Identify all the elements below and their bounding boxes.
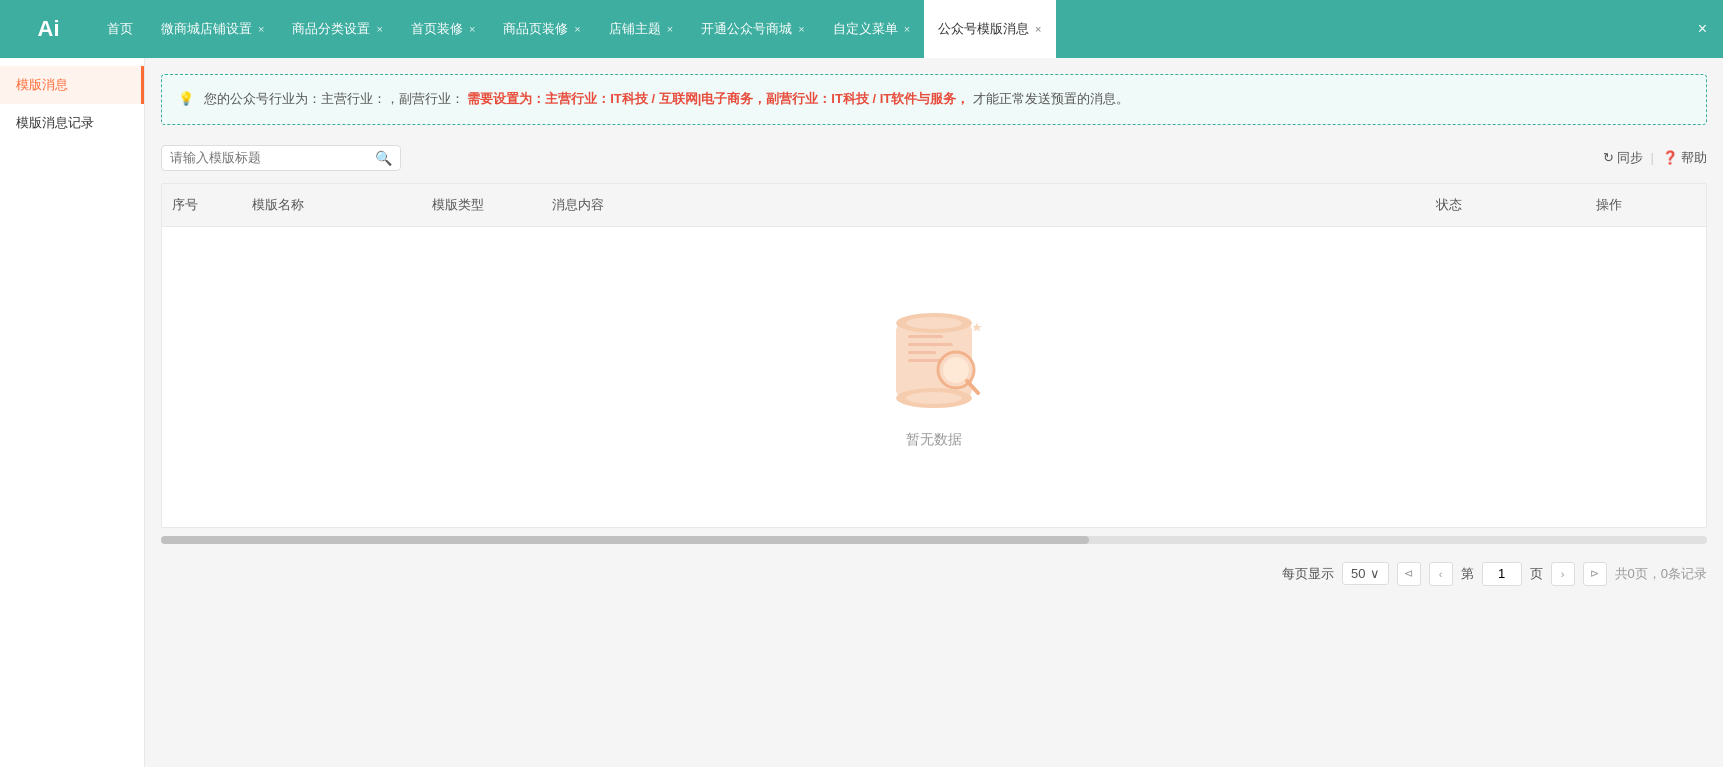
svg-rect-8 xyxy=(908,351,936,354)
tab-custommenu[interactable]: 自定义菜单 × xyxy=(819,0,924,58)
tab-templatemsg-label: 公众号模版消息 xyxy=(938,20,1029,38)
sidebar-item-template-log[interactable]: 模版消息记录 xyxy=(0,104,144,142)
total-records-text: 共0页，0条记录 xyxy=(1615,565,1707,583)
main-layout: 模版消息 模版消息记录 💡 您的公众号行业为：主营行业：，副营行业： 需要设置为… xyxy=(0,58,1723,767)
help-label: 帮助 xyxy=(1681,149,1707,167)
page-prefix: 第 xyxy=(1461,565,1474,583)
first-page-button[interactable]: ⊲ xyxy=(1397,562,1421,586)
notice-prefix: 您的公众号行业为：主营行业：，副营行业： xyxy=(204,91,464,106)
page-number-input[interactable] xyxy=(1482,562,1522,586)
empty-illustration xyxy=(874,305,994,415)
tab-home-label: 首页 xyxy=(107,20,133,38)
tab-weshop-close[interactable]: × xyxy=(258,23,264,35)
tab-category-close[interactable]: × xyxy=(376,23,382,35)
notice-icon: 💡 xyxy=(178,91,194,106)
notice-highlight: 需要设置为：主营行业：IT科技 / 互联网|电子商务，副营行业：IT科技 / I… xyxy=(467,91,969,106)
search-input[interactable] xyxy=(170,150,375,165)
col-index: 序号 xyxy=(162,184,242,226)
tab-theme-label: 店铺主题 xyxy=(609,20,661,38)
toolbar-right: ↻ 同步 | ❓ 帮助 xyxy=(1603,149,1707,167)
tab-templatemsg[interactable]: 公众号模版消息 × xyxy=(924,0,1055,58)
page-size-value: 50 xyxy=(1351,566,1365,581)
tab-wechatshop[interactable]: 开通公众号商城 × xyxy=(687,0,818,58)
next-page-button[interactable]: › xyxy=(1551,562,1575,586)
tab-wechatshop-label: 开通公众号商城 xyxy=(701,20,792,38)
tab-productpage[interactable]: 商品页装修 × xyxy=(489,0,594,58)
sync-label: 同步 xyxy=(1617,149,1643,167)
col-name: 模版名称 xyxy=(242,184,422,226)
tab-home[interactable]: 首页 xyxy=(93,0,147,58)
last-page-button[interactable]: ⊳ xyxy=(1583,562,1607,586)
chevron-down-icon: ∨ xyxy=(1370,566,1380,581)
col-action: 操作 xyxy=(1586,184,1706,226)
tab-category[interactable]: 商品分类设置 × xyxy=(278,0,396,58)
page-size-select[interactable]: 50 ∨ xyxy=(1342,562,1388,585)
tab-templatemsg-close[interactable]: × xyxy=(1035,23,1041,35)
pagination-row: 每页显示 50 ∨ ⊲ ‹ 第 页 › ⊳ 共0页，0条记录 xyxy=(161,552,1707,596)
top-nav: Ai 首页 微商城店铺设置 × 商品分类设置 × 首页装修 × 商品页装修 × … xyxy=(0,0,1723,58)
tab-homepage-close[interactable]: × xyxy=(469,23,475,35)
svg-point-11 xyxy=(943,357,969,383)
svg-rect-6 xyxy=(908,335,943,338)
tab-weshop-label: 微商城店铺设置 xyxy=(161,20,252,38)
brand-logo-text: Ai xyxy=(38,16,60,42)
tab-theme-close[interactable]: × xyxy=(667,23,673,35)
empty-text: 暂无数据 xyxy=(906,431,962,449)
close-all-icon: × xyxy=(1698,20,1707,37)
tab-theme[interactable]: 店铺主题 × xyxy=(595,0,687,58)
table-header: 序号 模版名称 模版类型 消息内容 状态 操作 xyxy=(162,184,1706,227)
sidebar-item-template-label: 模版消息 xyxy=(16,77,68,92)
col-status: 状态 xyxy=(1426,184,1586,226)
tab-wechatshop-close[interactable]: × xyxy=(798,23,804,35)
search-icon[interactable]: 🔍 xyxy=(375,150,392,166)
brand-logo: Ai xyxy=(4,0,93,58)
notice-box: 💡 您的公众号行业为：主营行业：，副营行业： 需要设置为：主营行业：IT科技 /… xyxy=(161,74,1707,125)
sidebar-item-template[interactable]: 模版消息 xyxy=(0,66,144,104)
notice-suffix: 才能正常发送预置的消息。 xyxy=(973,91,1129,106)
sync-icon: ↻ xyxy=(1603,150,1614,165)
tab-homepage[interactable]: 首页装修 × xyxy=(397,0,489,58)
content-area: 💡 您的公众号行业为：主营行业：，副营行业： 需要设置为：主营行业：IT科技 /… xyxy=(145,58,1723,767)
sidebar-item-template-log-label: 模版消息记录 xyxy=(16,115,94,130)
horizontal-scrollbar[interactable] xyxy=(161,536,1707,544)
tab-category-label: 商品分类设置 xyxy=(292,20,370,38)
sync-button[interactable]: ↻ 同步 xyxy=(1603,149,1643,167)
table-body: 暂无数据 xyxy=(162,227,1706,527)
data-table: 序号 模版名称 模版类型 消息内容 状态 操作 xyxy=(161,183,1707,528)
toolbar-divider: | xyxy=(1651,150,1654,165)
help-circle-icon: ❓ xyxy=(1662,150,1678,165)
tab-custommenu-close[interactable]: × xyxy=(904,23,910,35)
tab-homepage-label: 首页装修 xyxy=(411,20,463,38)
svg-point-3 xyxy=(906,317,962,329)
svg-rect-7 xyxy=(908,343,953,346)
tab-productpage-label: 商品页装修 xyxy=(503,20,568,38)
svg-point-5 xyxy=(906,392,962,404)
search-box[interactable]: 🔍 xyxy=(161,145,401,171)
tab-productpage-close[interactable]: × xyxy=(574,23,580,35)
tab-custommenu-label: 自定义菜单 xyxy=(833,20,898,38)
page-label: 页 xyxy=(1530,565,1543,583)
toolbar-row: 🔍 ↻ 同步 | ❓ 帮助 xyxy=(161,145,1707,171)
tab-weshop[interactable]: 微商城店铺设置 × xyxy=(147,0,278,58)
prev-page-button[interactable]: ‹ xyxy=(1429,562,1453,586)
page-size-label: 每页显示 xyxy=(1282,565,1334,583)
col-content: 消息内容 xyxy=(542,184,1426,226)
col-type: 模版类型 xyxy=(422,184,542,226)
empty-state-svg xyxy=(874,305,994,415)
close-all-tabs-button[interactable]: × xyxy=(1686,20,1719,38)
help-button[interactable]: ❓ 帮助 xyxy=(1662,149,1707,167)
sidebar: 模版消息 模版消息记录 xyxy=(0,58,145,767)
